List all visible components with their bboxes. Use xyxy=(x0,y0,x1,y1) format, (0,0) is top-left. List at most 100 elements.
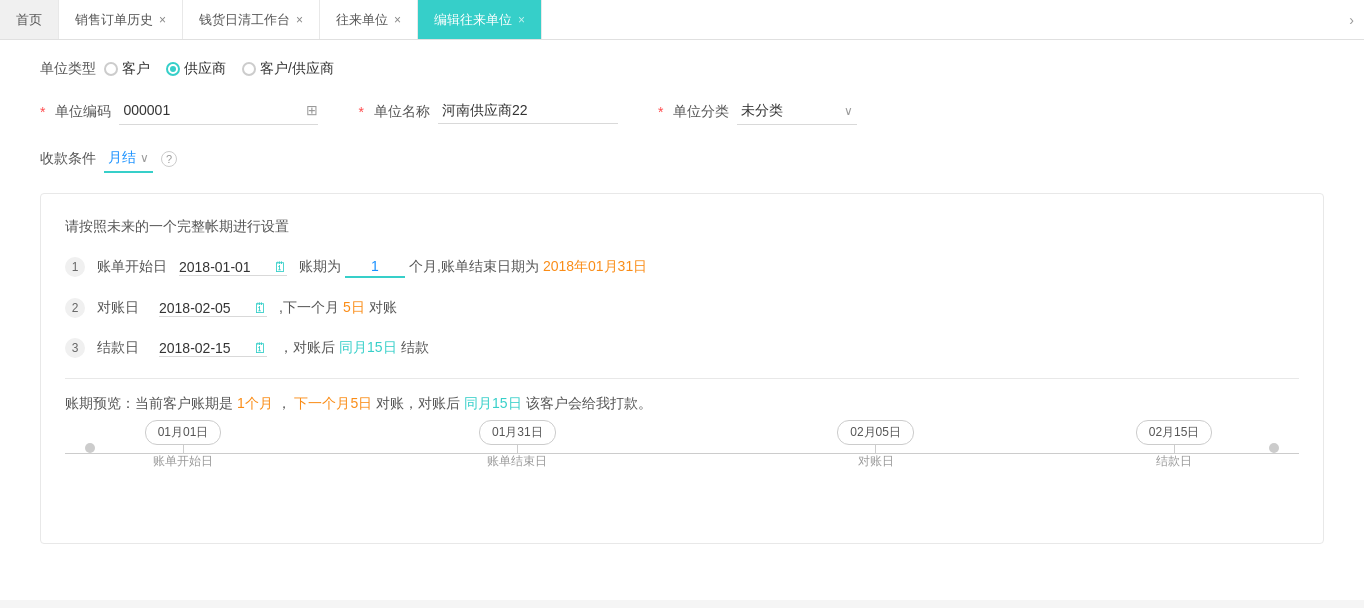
radio-supplier-circle xyxy=(166,62,180,76)
unit-category-value: 未分类 xyxy=(741,102,836,120)
payment-chevron-icon: ∨ xyxy=(140,151,149,165)
calendar-icon-2[interactable]: 🗓 xyxy=(253,300,267,316)
radio-customer-circle xyxy=(104,62,118,76)
period-1-desc: 账期为 个月,账单结束日期为 2018年01月31日 xyxy=(299,256,647,278)
period-num-1: 1 xyxy=(65,257,85,277)
unit-name-group: * 单位名称 xyxy=(358,99,617,124)
radio-both-circle xyxy=(242,62,256,76)
start-date-input-group: 🗓 xyxy=(179,259,287,276)
period-3-prefix: ，对账后 xyxy=(279,339,335,357)
preview-text1: 对账，对账后 xyxy=(376,395,464,411)
radio-customer-label: 客户 xyxy=(122,60,150,78)
chevron-down-icon: ∨ xyxy=(844,104,853,118)
node-4-text: 结款日 xyxy=(1156,453,1192,470)
tab-partner-label: 往来单位 xyxy=(336,11,388,29)
period-2-suffix: 对账 xyxy=(369,299,397,317)
radio-customer[interactable]: 客户 xyxy=(104,60,150,78)
tab-edit-partner[interactable]: 编辑往来单位 × xyxy=(418,0,542,39)
node-1-line xyxy=(183,445,184,453)
node-3-label: 02月05日 xyxy=(837,420,914,445)
calendar-icon-1[interactable]: 🗓 xyxy=(273,259,287,275)
unit-category-label: 单位分类 xyxy=(673,103,729,121)
help-icon[interactable]: ? xyxy=(161,151,177,167)
end-date-highlight: 2018年01月31日 xyxy=(543,258,647,276)
preview-text: 账期预览：当前客户账期是 1个月 ， 下一个月5日 对账，对账后 同月15日 该… xyxy=(65,395,1299,413)
unit-code-group: * 单位编码 ⊞ xyxy=(40,98,318,125)
node-2-line xyxy=(517,445,518,453)
tab-sales-history-close[interactable]: × xyxy=(159,13,166,27)
main-content: 单位类型 客户 供应商 客户/供应商 * 单位编码 xyxy=(0,40,1364,600)
months-input[interactable] xyxy=(345,256,405,278)
period-num-2: 2 xyxy=(65,298,85,318)
payment-condition-value: 月结 xyxy=(108,149,136,167)
payment-condition-select[interactable]: 月结 ∨ xyxy=(104,145,153,173)
preview-payment-day: 同月15日 xyxy=(464,395,522,411)
period-num-3: 3 xyxy=(65,338,85,358)
payment-condition-label: 收款条件 xyxy=(40,150,96,168)
period-label-2: 对账日 xyxy=(97,299,147,317)
unit-code-label: 单位编码 xyxy=(55,103,111,121)
unit-code-input[interactable] xyxy=(119,98,302,122)
unit-code-input-wrapper: ⊞ xyxy=(119,98,318,125)
calendar-icon-3[interactable]: 🗓 xyxy=(253,340,267,356)
timeline-line xyxy=(65,453,1299,454)
unit-type-label: 单位类型 xyxy=(40,60,96,78)
unit-code-star: * xyxy=(40,104,45,120)
unit-type-row: 单位类型 客户 供应商 客户/供应商 xyxy=(40,60,1324,78)
timeline-node-1: 01月01日 账单开始日 xyxy=(145,420,222,470)
tab-cash-work-close[interactable]: × xyxy=(296,13,303,27)
node-2-text: 账单结束日 xyxy=(487,453,547,470)
timeline-node-3: 02月05日 对账日 xyxy=(837,420,914,470)
period-2-desc: ,下一个月5日 对账 xyxy=(279,299,397,317)
period-label-1: 账单开始日 xyxy=(97,258,167,276)
timeline-node-2: 01月31日 账单结束日 xyxy=(479,420,556,470)
node-2-label: 01月31日 xyxy=(479,420,556,445)
period-desc-prefix: 账期为 xyxy=(299,258,341,276)
node-3-text: 对账日 xyxy=(858,453,894,470)
tab-cash-work[interactable]: 钱货日清工作台 × xyxy=(183,0,320,39)
node-4-line xyxy=(1174,445,1175,453)
copy-icon[interactable]: ⊞ xyxy=(306,102,318,118)
period-2-prefix: ,下一个月 xyxy=(279,299,339,317)
tab-partner-close[interactable]: × xyxy=(394,13,401,27)
period-desc-suffix: 个月,账单结束日期为 xyxy=(409,258,539,276)
tab-more-button[interactable]: › xyxy=(1339,0,1364,39)
preview-section: 账期预览：当前客户账期是 1个月 ， 下一个月5日 对账，对账后 同月15日 该… xyxy=(65,378,1299,519)
preview-text2: 该客户会给我打款。 xyxy=(526,395,652,411)
timeline-bottom-space xyxy=(85,453,1279,503)
period-row-3: 3 结款日 🗓 ，对账后 同月15日 结款 xyxy=(65,338,1299,358)
payment-date-input[interactable] xyxy=(159,340,249,356)
timeline-node-4: 02月15日 结款日 xyxy=(1136,420,1213,470)
unit-category-select[interactable]: 未分类 ∨ xyxy=(737,98,857,125)
period-row-1: 1 账单开始日 🗓 账期为 个月,账单结束日期为 2018年01月31日 xyxy=(65,256,1299,278)
recon-date-input[interactable] xyxy=(159,300,249,316)
start-date-input[interactable] xyxy=(179,259,269,275)
payment-row: 收款条件 月结 ∨ ? xyxy=(40,145,1324,173)
tab-sales-history[interactable]: 销售订单历史 × xyxy=(59,0,183,39)
tab-edit-partner-close[interactable]: × xyxy=(518,13,525,27)
recon-date-input-group: 🗓 xyxy=(159,300,267,317)
tab-home[interactable]: 首页 xyxy=(0,0,59,39)
payment-day-highlight: 同月15日 xyxy=(339,339,397,357)
unit-name-star: * xyxy=(358,104,363,120)
recon-day-highlight: 5日 xyxy=(343,299,365,317)
node-3-line xyxy=(875,445,876,453)
tab-home-label: 首页 xyxy=(16,11,42,29)
unit-info-row: * 单位编码 ⊞ * 单位名称 * 单位分类 未分类 ∨ xyxy=(40,98,1324,125)
preview-label: 账期预览：当前客户账期是 xyxy=(65,395,233,411)
unit-name-input[interactable] xyxy=(438,99,618,124)
radio-supplier-label: 供应商 xyxy=(184,60,226,78)
radio-supplier[interactable]: 供应商 xyxy=(166,60,226,78)
preview-recon-day: 下一个月5日 xyxy=(294,395,372,411)
tab-partner[interactable]: 往来单位 × xyxy=(320,0,418,39)
unit-type-group: 单位类型 客户 供应商 客户/供应商 xyxy=(40,60,334,78)
unit-category-star: * xyxy=(658,104,663,120)
period-3-suffix: 结款 xyxy=(401,339,429,357)
radio-both[interactable]: 客户/供应商 xyxy=(242,60,334,78)
timeline-start-dot xyxy=(85,443,95,453)
timeline-nodes: 01月01日 账单开始日 01月31日 账单结束日 02月05日 xyxy=(85,437,1279,453)
tab-sales-history-label: 销售订单历史 xyxy=(75,11,153,29)
period-3-desc: ，对账后 同月15日 结款 xyxy=(279,339,429,357)
payment-condition-group: 收款条件 月结 ∨ ? xyxy=(40,145,177,173)
unit-name-label: 单位名称 xyxy=(374,103,430,121)
